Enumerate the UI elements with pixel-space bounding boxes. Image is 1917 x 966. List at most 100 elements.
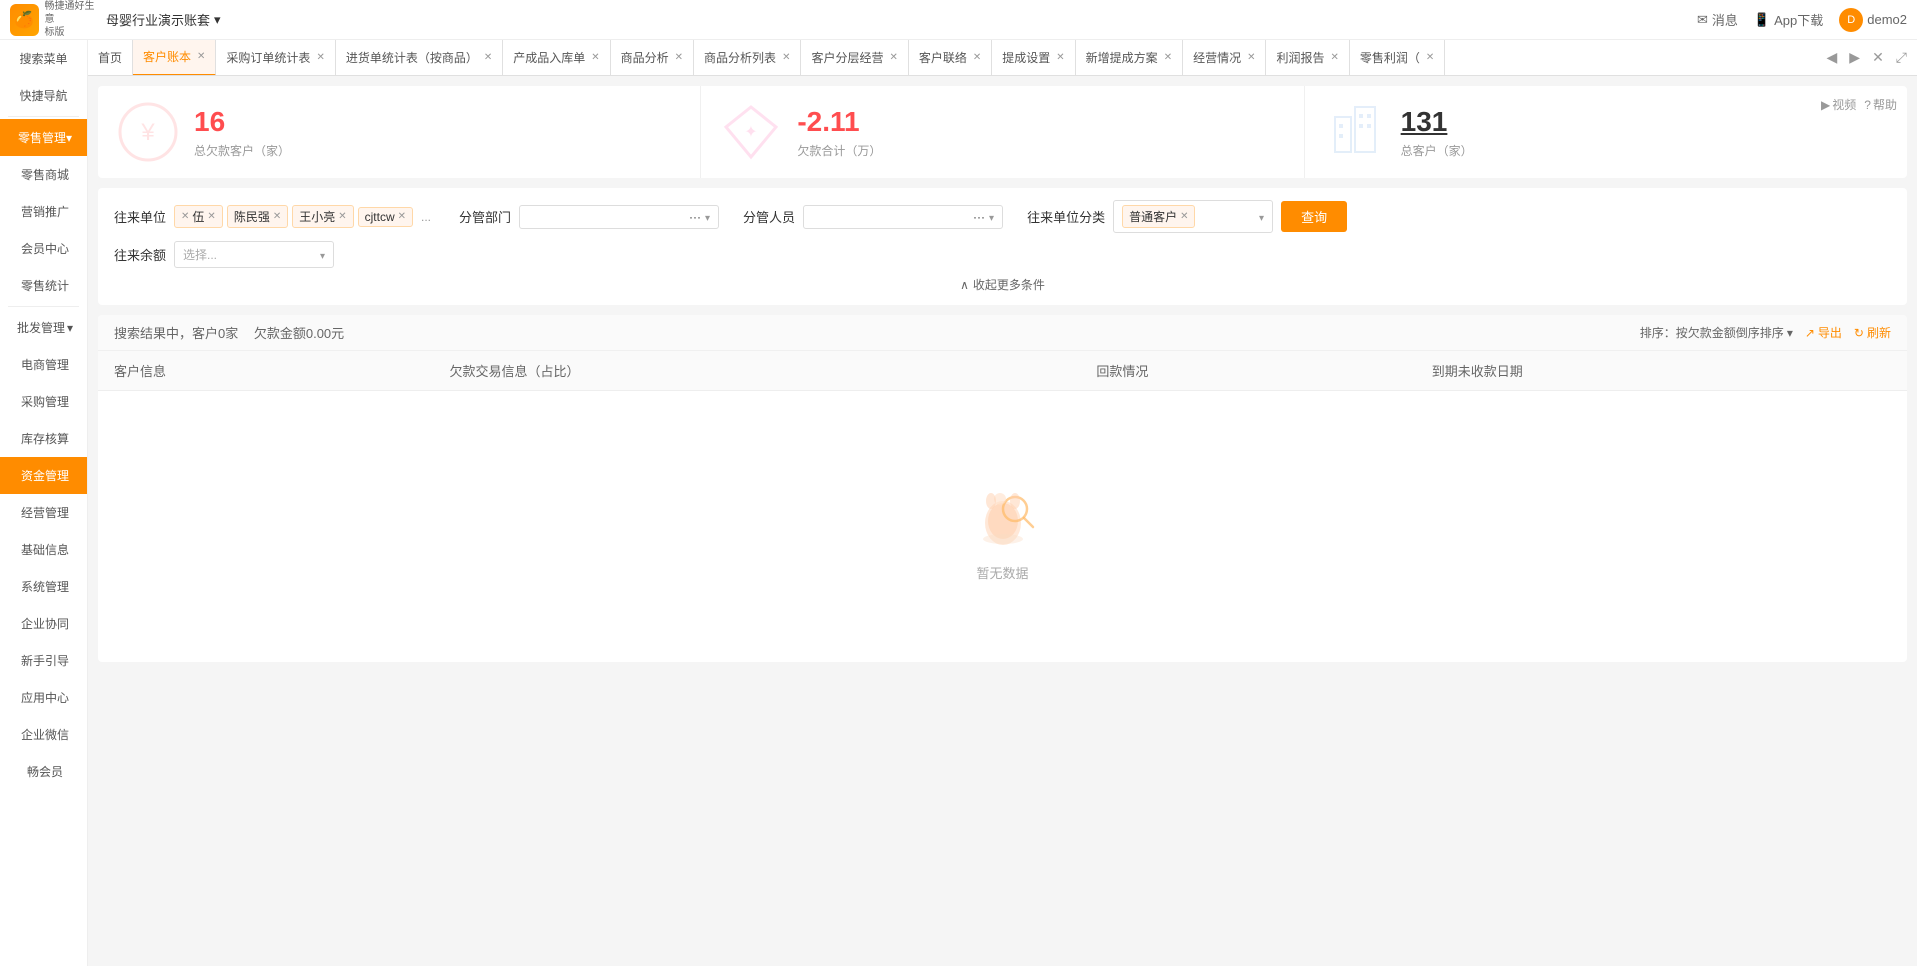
help-label: 帮助 [1873, 96, 1897, 113]
search-menu-item[interactable]: 搜索菜单 [0, 40, 87, 77]
manager-chevron [989, 210, 994, 224]
tab-retail-profit[interactable]: 零售利润（ ✕ [1350, 40, 1445, 76]
tab-label: 产成品入库单 [513, 49, 585, 66]
query-button[interactable]: 查询 [1281, 201, 1347, 232]
tab-close-icon[interactable]: ✕ [1247, 52, 1255, 63]
tab-close-icon[interactable]: ✕ [973, 52, 981, 63]
quick-nav-item[interactable]: 快捷导航 [0, 77, 87, 114]
unit-category-chevron [1259, 210, 1264, 224]
sidebar-item-basic-info[interactable]: 基础信息 [0, 531, 87, 568]
sidebar-item-member-center[interactable]: 会员中心 [0, 230, 87, 267]
sidebar-divider-2 [8, 306, 79, 307]
tag-x-unit[interactable]: ✕ [181, 211, 189, 222]
help-btn[interactable]: ? 帮助 [1864, 96, 1897, 113]
sidebar-item-purchase-mgmt[interactable]: 采购管理 [0, 383, 87, 420]
tab-operation-status[interactable]: 经营情况 ✕ [1183, 40, 1266, 76]
tab-close-icon[interactable]: ✕ [1056, 52, 1064, 63]
unit-filter-label: 往来单位 [114, 207, 166, 226]
tag-remove-wangxiaoliang[interactable]: ✕ [338, 211, 346, 222]
tab-commission-settings[interactable]: 提成设置 ✕ [992, 40, 1075, 76]
sidebar-item-label: 批发管理 [17, 319, 65, 336]
sidebar-item-system-mgmt[interactable]: 系统管理 [0, 568, 87, 605]
sidebar-item-label: 企业协同 [21, 617, 69, 631]
tab-home[interactable]: 首页 [88, 40, 133, 76]
tab-close-all-btn[interactable]: ✕ [1868, 47, 1888, 68]
filter-row-2: 往来余额 选择... [114, 241, 1891, 268]
tab-close-icon[interactable]: ✕ [316, 52, 324, 63]
video-help-btn[interactable]: ▶ 视频 [1821, 96, 1856, 113]
layout: 搜索菜单 快捷导航 零售管理▾ 零售商城 营销推广 会员中心 零售统计 批发管理… [0, 40, 1917, 966]
sidebar-item-retail-mgmt[interactable]: 零售管理▾ [0, 119, 87, 156]
sidebar-item-marketing[interactable]: 营销推广 [0, 193, 87, 230]
sidebar-item-retail-mall[interactable]: 零售商城 [0, 156, 87, 193]
sidebar-item-enterprise-collab[interactable]: 企业协同 [0, 605, 87, 642]
tab-prev-btn[interactable]: ◀ [1823, 47, 1842, 68]
tag-remove-chenminqiang[interactable]: ✕ [273, 211, 281, 222]
balance-select[interactable]: 选择... [174, 241, 334, 268]
sidebar-item-label: 采购管理 [21, 395, 69, 409]
sidebar-item-smooth-member[interactable]: 畅会员 [0, 753, 87, 790]
tab-close-icon[interactable]: ✕ [484, 52, 492, 63]
table-header-bar: 搜索结果中，客户0家 欠款金额0.00元 排序：按欠款金额倒序排序 ▾ ↗ 导出 [98, 315, 1907, 351]
store-name: 母婴行业演示账套 [106, 10, 210, 29]
tab-close-icon[interactable]: ✕ [889, 52, 897, 63]
tab-close-icon[interactable]: ✕ [591, 52, 599, 63]
export-label: 导出 [1818, 324, 1842, 341]
export-button[interactable]: ↗ 导出 [1805, 324, 1842, 341]
tab-customer-contact[interactable]: 客户联络 ✕ [909, 40, 992, 76]
sidebar-item-finance-mgmt[interactable]: 资金管理 [0, 457, 87, 494]
store-selector[interactable]: 母婴行业演示账套 ▾ [106, 10, 221, 29]
tab-new-commission-plan[interactable]: 新增提成方案 ✕ [1076, 40, 1183, 76]
tab-fullscreen-btn[interactable]: ⤢ [1892, 47, 1911, 68]
chevron-up-icon: ∧ [960, 278, 969, 292]
sidebar-item-label: 企业微信 [21, 728, 69, 742]
tab-close-icon[interactable]: ✕ [1426, 52, 1434, 63]
user-menu[interactable]: D demo2 [1839, 8, 1907, 32]
department-select[interactable]: ··· [519, 205, 719, 229]
tab-close-icon[interactable]: ✕ [675, 52, 683, 63]
tab-next-btn[interactable]: ▶ [1845, 47, 1864, 68]
tag-remove-unit[interactable]: ✕ [207, 211, 215, 222]
tab-close-icon[interactable]: ✕ [782, 52, 790, 63]
tab-production-inbound[interactable]: 产成品入库单 ✕ [503, 40, 610, 76]
tab-customer-segment[interactable]: 客户分层经营 ✕ [801, 40, 908, 76]
sidebar-item-operations-mgmt[interactable]: 经营管理 [0, 494, 87, 531]
tab-incoming-stats[interactable]: 进货单统计表（按商品） ✕ [336, 40, 503, 76]
sidebar-item-new-guide[interactable]: 新手引导 [0, 642, 87, 679]
sort-button[interactable]: 排序：按欠款金额倒序排序 ▾ [1640, 324, 1793, 341]
sidebar-item-app-center[interactable]: 应用中心 [0, 679, 87, 716]
tag-remove-cjttcw[interactable]: ✕ [398, 211, 406, 222]
unit-category-tag: 普通客户 ✕ [1122, 205, 1195, 228]
refresh-button[interactable]: ↻ 刷新 [1854, 324, 1891, 341]
tab-product-analysis-list[interactable]: 商品分析列表 ✕ [694, 40, 801, 76]
manager-select[interactable]: ··· [803, 205, 1003, 229]
tab-close-icon[interactable]: ✕ [1164, 52, 1172, 63]
tab-customer-book[interactable]: 客户账本 ✕ [133, 40, 216, 76]
app-download-btn[interactable]: 📱 App下载 [1754, 10, 1823, 29]
filter-area: 往来单位 ✕ 伍 ✕ 陈民强 ✕ 王小亮 ✕ [98, 188, 1907, 305]
tab-product-analysis[interactable]: 商品分析 ✕ [611, 40, 694, 76]
expand-icon: ▾ [66, 131, 72, 145]
unit-category-select[interactable]: 普通客户 ✕ [1113, 200, 1273, 233]
page-content: ¥ 16 总欠款客户（家） ✦ [88, 76, 1917, 966]
tab-close-icon[interactable]: ✕ [197, 51, 205, 62]
table-summary: 搜索结果中，客户0家 欠款金额0.00元 [114, 323, 344, 342]
unit-category-tag-remove[interactable]: ✕ [1180, 211, 1188, 222]
sidebar-item-inventory[interactable]: 库存核算 [0, 420, 87, 457]
tab-profit-report[interactable]: 利润报告 ✕ [1266, 40, 1349, 76]
collapse-button[interactable]: ∧ 收起更多条件 [960, 276, 1045, 293]
sidebar-item-retail-stats[interactable]: 零售统计 [0, 267, 87, 304]
sidebar-item-ecommerce-mgmt[interactable]: 电商管理 [0, 346, 87, 383]
tab-close-icon[interactable]: ✕ [1331, 52, 1339, 63]
tab-purchase-order-stats[interactable]: 采购订单统计表 ✕ [216, 40, 335, 76]
message-btn[interactable]: ✉ 消息 [1697, 10, 1738, 29]
diamond-icon: ✦ [721, 102, 781, 162]
col-repayment-info: 回款情况 [1080, 351, 1415, 391]
sidebar-item-enterprise-wechat[interactable]: 企业微信 [0, 716, 87, 753]
chevron-down-icon: ▾ [214, 12, 221, 28]
col-customer-info: 客户信息 [98, 351, 433, 391]
empty-text: 暂无数据 [976, 563, 1028, 582]
avatar: D [1839, 8, 1863, 32]
sidebar-item-wholesale-mgmt[interactable]: 批发管理▾ [0, 309, 87, 346]
filter-more-btn[interactable]: ... [417, 208, 435, 226]
